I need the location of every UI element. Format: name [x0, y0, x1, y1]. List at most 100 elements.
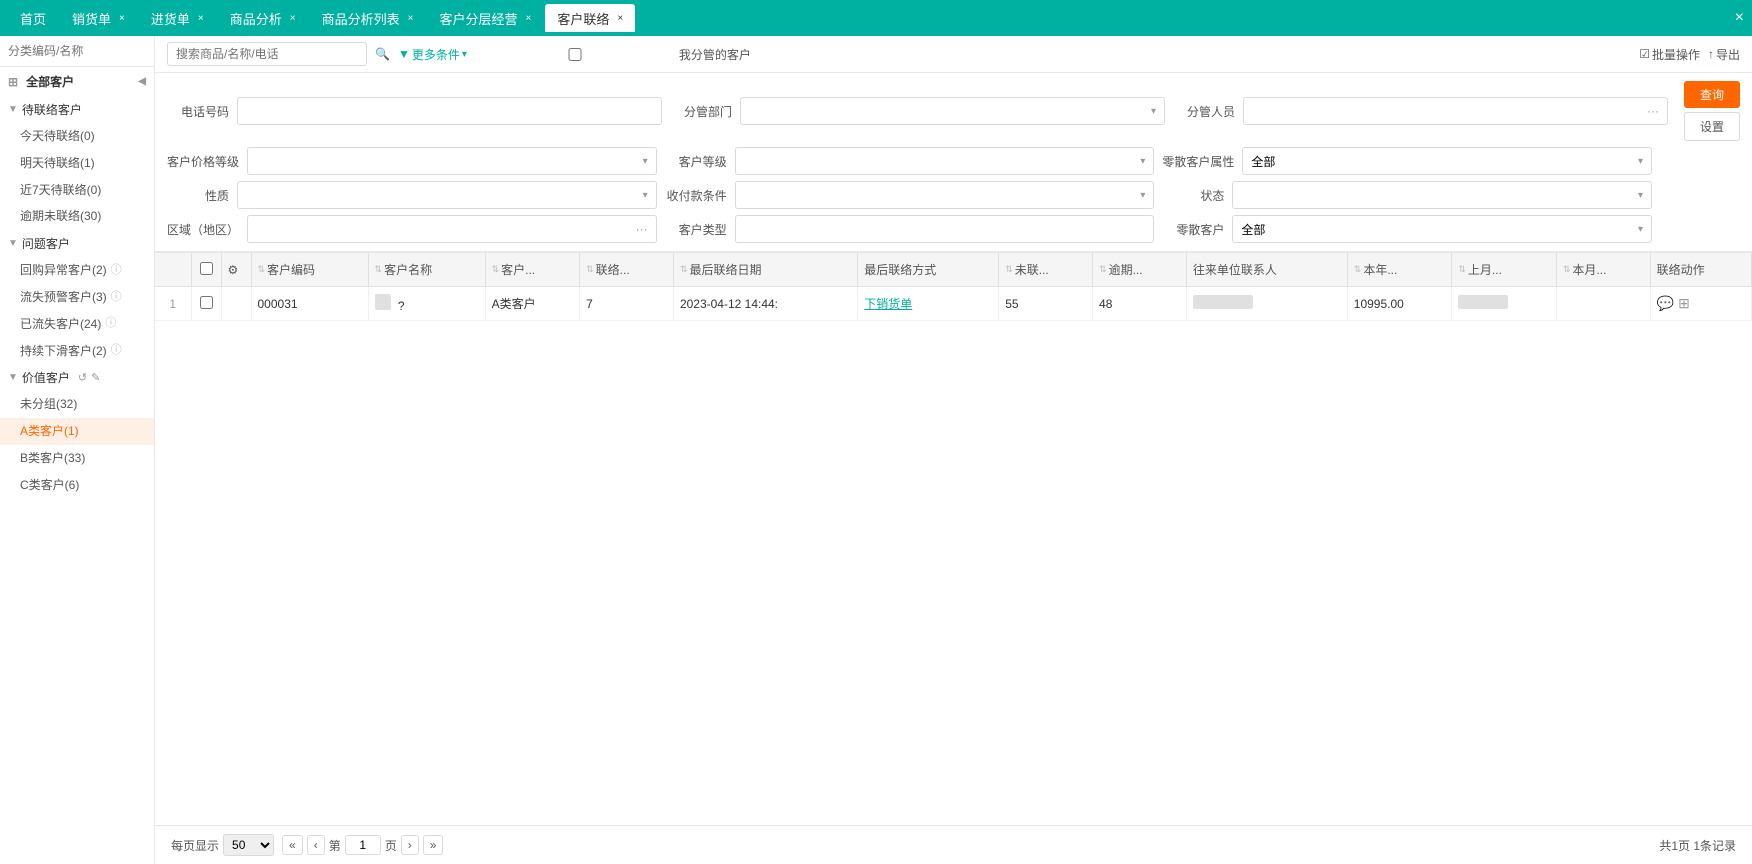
search-icon[interactable]: 🔍 — [375, 47, 390, 61]
nature-dropdown[interactable]: ▾ — [237, 181, 657, 209]
nav-customer-segment[interactable]: 客户分层经营 × — [427, 4, 543, 32]
content-area: 🔍 ▼ 更多条件 ▾ 我分管的客户 ☑ 批量操作 ↑ 导出 — [155, 36, 1752, 864]
close-goods-analysis[interactable]: × — [290, 13, 296, 24]
filter-actions: 查询 设置 — [1684, 81, 1740, 141]
prev-page-btn[interactable]: ‹ — [307, 835, 325, 855]
row-checkbox[interactable] — [200, 296, 213, 309]
sidebar-b-class[interactable]: B类客户(33) — [0, 445, 154, 472]
cell-name[interactable]: ? — [368, 287, 485, 321]
search-input[interactable] — [167, 42, 367, 66]
contact-icon[interactable]: 💬 — [1657, 295, 1674, 312]
page-size-select[interactable]: 50 100 200 — [223, 834, 274, 856]
close-purchase[interactable]: × — [198, 13, 204, 24]
info-icon-3: ⓘ — [105, 316, 116, 331]
status-arrow: ▾ — [1638, 190, 1643, 201]
my-customers-check[interactable] — [475, 48, 675, 61]
sidebar-search-input[interactable] — [8, 44, 155, 58]
col-last-month-header[interactable]: ⇅ 上月... — [1452, 253, 1557, 287]
filter-nature: 性质 ▾ — [167, 181, 657, 209]
close-window-icon[interactable]: × — [1735, 9, 1744, 27]
sidebar-7days-pending[interactable]: 近7天待联络(0) — [0, 177, 154, 204]
pagination: 每页显示 50 100 200 « ‹ 第 页 › » 共1页 1条记录 — [155, 825, 1752, 864]
customer-level-dropdown[interactable]: ▾ — [735, 147, 1155, 175]
my-customers-checkbox[interactable]: 我分管的客户 — [475, 46, 751, 63]
sidebar-tomorrow-pending[interactable]: 明天待联络(1) — [0, 150, 154, 177]
manager-input[interactable]: ··· — [1243, 97, 1668, 125]
cell-this-month — [1556, 287, 1650, 321]
customer-type-input[interactable] — [735, 215, 1155, 243]
sidebar-churn-warning[interactable]: 流失预警客户(3) ⓘ — [0, 284, 154, 311]
close-customer-segment[interactable]: × — [525, 13, 531, 24]
col-code-header[interactable]: ⇅ 客户编码 — [251, 253, 368, 287]
col-not-contacted-header[interactable]: ⇅ 未联... — [999, 253, 1093, 287]
sidebar-pending-contact-header[interactable]: ▼ 待联络客户 — [0, 96, 154, 123]
cell-code[interactable]: 000031 — [251, 287, 368, 321]
sidebar-c-class[interactable]: C类客户(6) — [0, 472, 154, 499]
last-page-btn[interactable]: » — [423, 835, 444, 855]
next-page-btn[interactable]: › — [401, 835, 419, 855]
col-contact-header[interactable]: ⇅ 联络... — [580, 253, 674, 287]
sort-icon-date: ⇅ — [680, 264, 688, 275]
close-customer-contact[interactable]: × — [617, 13, 623, 24]
col-name-header[interactable]: ⇅ 客户名称 — [368, 253, 485, 287]
retail-attr-dropdown[interactable]: 全部 ▾ — [1242, 147, 1652, 175]
settings-icon[interactable]: ⚙ — [228, 263, 239, 277]
sort-icon-code: ⇅ — [258, 264, 266, 275]
phone-input[interactable] — [237, 97, 662, 125]
retail-attr-arrow: ▾ — [1638, 156, 1643, 167]
nav-customer-contact[interactable]: 客户联络 × — [545, 4, 635, 32]
sort-icon-overdue: ⇅ — [1099, 264, 1107, 275]
col-settings-header[interactable]: ⚙ — [221, 253, 251, 287]
col-unit-contact-header[interactable]: 往来单位联系人 — [1186, 253, 1347, 287]
page-input[interactable] — [345, 835, 381, 855]
nav-sales[interactable]: 销货单 × — [60, 4, 137, 32]
refresh-icon[interactable]: ↺ — [78, 371, 87, 384]
more-filters-btn[interactable]: ▼ 更多条件 ▾ — [398, 46, 467, 63]
edit-icon[interactable]: ✎ — [91, 371, 100, 384]
grid-icon: ⊞ — [8, 75, 18, 89]
customer-level-label: 客户等级 — [665, 153, 735, 170]
sidebar-ungrouped[interactable]: 未分组(32) — [0, 391, 154, 418]
retail-customer-dropdown[interactable]: 全部 ▾ — [1232, 215, 1652, 243]
nav-goods-analysis[interactable]: 商品分析 × — [218, 4, 308, 32]
payment-dropdown[interactable]: ▾ — [735, 181, 1155, 209]
close-goods-analysis-list[interactable]: × — [408, 13, 414, 24]
close-sales[interactable]: × — [119, 13, 125, 24]
col-this-year-header[interactable]: ⇅ 本年... — [1347, 253, 1452, 287]
sidebar-overdue-contact[interactable]: 逾期未联络(30) — [0, 203, 154, 230]
col-overdue-header[interactable]: ⇅ 逾期... — [1093, 253, 1187, 287]
nav-goods-analysis-list[interactable]: 商品分析列表 × — [310, 4, 426, 32]
sidebar-all-customers[interactable]: ⊞ 全部客户 ◀ — [0, 67, 154, 96]
cell-checkbox[interactable] — [191, 287, 221, 321]
sidebar-repurchase-abnormal[interactable]: 回购异常客户(2) ⓘ — [0, 257, 154, 284]
sidebar-a-class[interactable]: A类客户(1) — [0, 418, 154, 445]
nav-home[interactable]: 首页 — [8, 4, 58, 32]
select-all-checkbox[interactable] — [200, 262, 213, 275]
col-this-month-header[interactable]: ⇅ 本月... — [1556, 253, 1650, 287]
col-type-header[interactable]: ⇅ 客户... — [485, 253, 580, 287]
cell-last-month — [1452, 287, 1557, 321]
sidebar-problem-customers-header[interactable]: ▼ 问题客户 — [0, 230, 154, 257]
cell-settings — [221, 287, 251, 321]
region-input[interactable]: ··· — [247, 215, 657, 243]
filter-price-level: 客户价格等级 ▾ — [167, 147, 657, 175]
col-last-contact-method-header[interactable]: 最后联络方式 — [858, 253, 999, 287]
filter-row-2: 客户价格等级 ▾ 客户等级 ▾ 零散客户属性 全部 — [167, 147, 1740, 175]
price-level-dropdown[interactable]: ▾ — [247, 147, 657, 175]
export-btn[interactable]: ↑ 导出 — [1708, 46, 1740, 63]
query-button[interactable]: 查询 — [1684, 81, 1740, 108]
status-dropdown[interactable]: ▾ — [1232, 181, 1652, 209]
sidebar-today-pending[interactable]: 今天待联络(0) — [0, 123, 154, 150]
settings-button[interactable]: 设置 — [1684, 112, 1740, 141]
sidebar-value-customers-header[interactable]: ▼ 价值客户 ↺ ✎ — [0, 364, 154, 391]
col-checkbox-header[interactable] — [191, 253, 221, 287]
dept-dropdown[interactable]: ▾ — [740, 97, 1165, 125]
more-action-icon[interactable]: ⊞ — [1678, 295, 1690, 312]
col-last-contact-date-header[interactable]: ⇅ 最后联络日期 — [673, 253, 857, 287]
nav-purchase[interactable]: 进货单 × — [139, 4, 216, 32]
sidebar-churned[interactable]: 已流失客户(24) ⓘ — [0, 311, 154, 338]
cell-last-contact-method[interactable]: 下销货单 — [858, 287, 999, 321]
first-page-btn[interactable]: « — [282, 835, 303, 855]
batch-op-btn[interactable]: ☑ 批量操作 — [1639, 46, 1700, 63]
sidebar-declining[interactable]: 持续下滑客户(2) ⓘ — [0, 338, 154, 365]
